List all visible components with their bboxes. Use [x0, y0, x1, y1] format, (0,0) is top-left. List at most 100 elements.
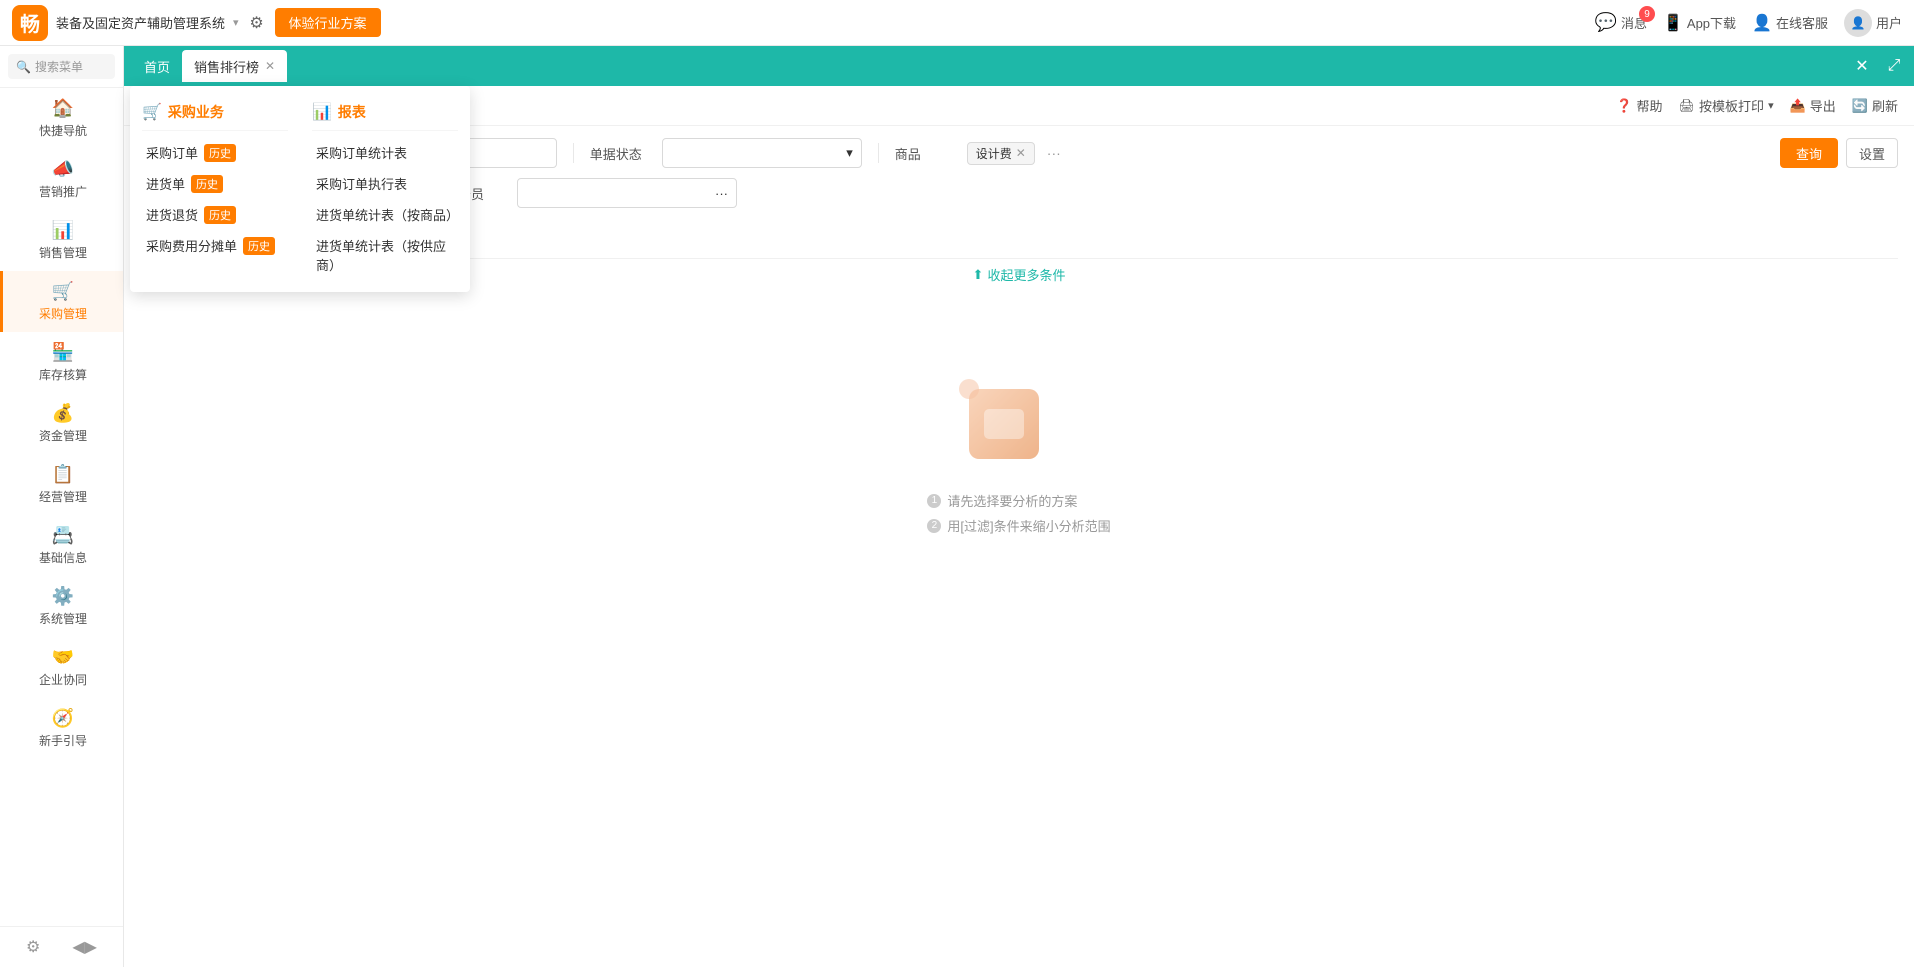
tab-bar-right: ✕ ⤢	[1850, 54, 1906, 78]
salesman-arrow: ···	[715, 186, 728, 201]
sidebar-item-label: 企业协同	[39, 671, 87, 688]
sidebar-item-quick-nav[interactable]: 🏠 快捷导航	[0, 88, 123, 149]
export-label: 导出	[1810, 96, 1836, 115]
history-badge-4: 历史	[243, 237, 275, 255]
tab-home[interactable]: 首页	[132, 50, 182, 82]
goods-label: 商品	[895, 144, 955, 163]
empty-state: 1 请先选择要分析的方案 2 用[过滤]条件来缩小分析范围	[124, 290, 1914, 630]
status-select[interactable]: ▾	[662, 138, 862, 168]
tab-sales-rank[interactable]: 销售排行榜 ✕	[182, 50, 287, 82]
help-icon: ❓	[1616, 98, 1632, 114]
goods-tag: 设计费 ✕	[967, 142, 1035, 165]
sidebar-settings-icon[interactable]: ⚙	[26, 937, 40, 957]
tab-close-icon[interactable]: ✕	[265, 59, 275, 73]
sidebar-item-label: 基础信息	[39, 549, 87, 566]
sidebar-item-operations[interactable]: 📋 经营管理	[0, 454, 123, 515]
dropdown-item-purchase-order-stats[interactable]: 采购订单统计表	[312, 137, 458, 168]
sidebar-item-enterprise[interactable]: 🤝 企业协同	[0, 637, 123, 698]
sidebar-item-label: 系统管理	[39, 610, 87, 627]
sidebar-item-sales[interactable]: 📊 销售管理	[0, 210, 123, 271]
print-btn[interactable]: 🖨 按模板打印 ▾	[1679, 96, 1774, 115]
sidebar: 🔍 搜索菜单 🏠 快捷导航 📣 营销推广 📊 销售管理 🛒 采购管理 🏪 库存核…	[0, 46, 124, 967]
dropdown-purchase-title: 🛒 采购业务	[142, 98, 288, 131]
basic-info-icon: 📇	[52, 525, 74, 546]
notification-badge: 9	[1639, 6, 1655, 22]
tab-bar: 首页 销售排行榜 ✕ ✕ ⤢	[124, 46, 1914, 86]
goods-tag-value: 设计费	[976, 145, 1012, 162]
goods-stats-product-label: 进货单统计表（按商品）	[316, 205, 454, 224]
dropdown-item-purchase-cost[interactable]: 采购费用分摊单 历史	[142, 230, 288, 261]
sidebar-item-label: 采购管理	[39, 305, 87, 322]
salesman-select[interactable]: ···	[517, 178, 737, 208]
system-settings-icon[interactable]: ⚙	[243, 9, 271, 37]
online-service-btn[interactable]: 👤 在线客服	[1752, 13, 1828, 33]
dropdown-item-goods-received[interactable]: 进货单 历史	[142, 168, 288, 199]
app-logo: 畅	[12, 5, 48, 41]
dropdown-item-goods-return[interactable]: 进货退货 历史	[142, 199, 288, 230]
sales-icon: 📊	[52, 220, 74, 241]
dropdown-item-purchase-order[interactable]: 采购订单 历史	[142, 137, 288, 168]
export-btn[interactable]: 📤 导出	[1790, 96, 1836, 115]
settings-btn[interactable]: 设置	[1846, 138, 1898, 168]
status-label: 单据状态	[590, 144, 650, 163]
refresh-btn[interactable]: 🔄 刷新	[1852, 96, 1898, 115]
hint-bullet-2: 2	[927, 519, 941, 533]
sidebar-nav: 🏠 快捷导航 📣 营销推广 📊 销售管理 🛒 采购管理 🏪 库存核算 💰 资金管…	[0, 88, 123, 926]
empty-hints: 1 请先选择要分析的方案 2 用[过滤]条件来缩小分析范围	[927, 491, 1110, 541]
print-label: 按模板打印	[1699, 96, 1764, 115]
app-download-btn[interactable]: 📱 App下载	[1663, 13, 1736, 33]
sidebar-item-purchase[interactable]: 🛒 采购管理	[0, 271, 123, 332]
dropdown-item-goods-stats-product[interactable]: 进货单统计表（按商品）	[312, 199, 458, 230]
tab-close-all-icon[interactable]: ✕	[1850, 54, 1874, 78]
help-btn[interactable]: ❓ 帮助	[1616, 96, 1662, 115]
user-label: 用户	[1876, 13, 1902, 32]
inventory-icon: 🏪	[52, 342, 74, 363]
help-label: 帮助	[1637, 96, 1663, 115]
sidebar-item-finance[interactable]: 💰 资金管理	[0, 393, 123, 454]
sidebar-item-system[interactable]: ⚙️ 系统管理	[0, 576, 123, 637]
dropdown-item-goods-stats-supplier[interactable]: 进货单统计表（按供应商）	[312, 230, 458, 280]
industry-btn[interactable]: 体验行业方案	[275, 8, 381, 37]
history-badge-1: 历史	[204, 144, 236, 162]
empty-illustration	[959, 379, 1079, 479]
purchase-cost-label: 采购费用分摊单	[146, 236, 237, 255]
system-dropdown-arrow[interactable]: ▾	[233, 16, 239, 29]
tab-maximize-icon[interactable]: ⤢	[1882, 54, 1906, 78]
message-btn[interactable]: 💬 消息 9	[1595, 12, 1647, 33]
purchase-order-exec-label: 采购订单执行表	[316, 174, 407, 193]
quick-nav-icon: 🏠	[52, 98, 74, 119]
system-icon: ⚙️	[52, 586, 74, 607]
tab-sales-rank-label: 销售排行榜	[194, 57, 259, 76]
dropdown-item-purchase-order-exec[interactable]: 采购订单执行表	[312, 168, 458, 199]
history-badge-2: 历史	[191, 175, 223, 193]
sidebar-search-btn[interactable]: 🔍 搜索菜单	[8, 54, 115, 79]
hint-text-2: 用[过滤]条件来缩小分析范围	[947, 516, 1110, 535]
goods-tag-close[interactable]: ✕	[1016, 146, 1026, 160]
enterprise-icon: 🤝	[52, 647, 74, 668]
top-nav-right: 💬 消息 9 📱 App下载 👤 在线客服 👤 用户	[1595, 9, 1902, 37]
dropdown-purchase-col: 🛒 采购业务 采购订单 历史 进货单 历史 进货退货 历史 采购费用分摊单 历史	[130, 98, 300, 280]
top-navbar: 畅 装备及固定资产辅助管理系统 ▾ ⚙ 体验行业方案 💬 消息 9 📱 App下…	[0, 0, 1914, 46]
hint-bullet-1: 1	[927, 494, 941, 508]
guide-icon: 🧭	[52, 708, 74, 729]
sidebar-item-inventory[interactable]: 🏪 库存核算	[0, 332, 123, 393]
sidebar-item-marketing[interactable]: 📣 营销推广	[0, 149, 123, 210]
sidebar-item-label: 快捷导航	[39, 122, 87, 139]
refresh-label: 刷新	[1872, 96, 1898, 115]
sidebar-item-guide[interactable]: 🧭 新手引导	[0, 698, 123, 759]
sidebar-search-area[interactable]: 🔍 搜索菜单	[0, 46, 123, 88]
query-btn[interactable]: 查询	[1780, 138, 1838, 168]
purchase-col-icon: 🛒	[142, 102, 162, 122]
user-avatar-btn[interactable]: 👤 用户	[1844, 9, 1902, 37]
operations-icon: 📋	[52, 464, 74, 485]
system-title: 装备及固定资产辅助管理系统	[56, 13, 225, 32]
finance-icon: 💰	[52, 403, 74, 424]
goods-return-label: 进货退货	[146, 205, 198, 224]
sidebar-item-basic-info[interactable]: 📇 基础信息	[0, 515, 123, 576]
goods-more-btn[interactable]: ···	[1047, 145, 1061, 161]
history-badge-3: 历史	[204, 206, 236, 224]
sidebar-item-label: 库存核算	[39, 366, 87, 383]
sidebar-collapse-icon[interactable]: ◀▶	[72, 937, 97, 957]
status-select-arrow: ▾	[846, 145, 853, 161]
divider-2	[878, 143, 879, 163]
